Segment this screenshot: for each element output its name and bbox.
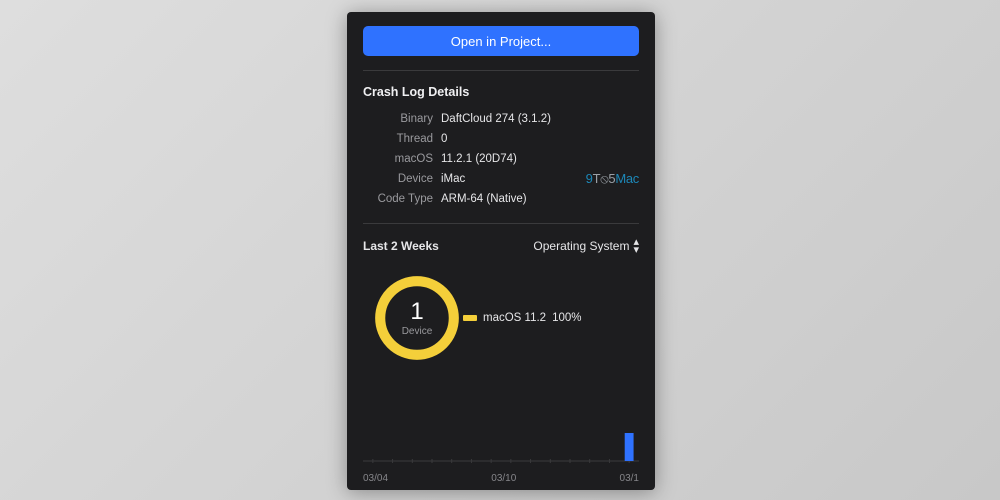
legend-percent: 100% [552, 312, 581, 324]
detail-row-thread: Thread 0 [363, 129, 639, 149]
divider [363, 223, 639, 224]
detail-label: Device [363, 169, 441, 189]
tick-left: 03/04 [363, 473, 388, 484]
detail-value: ARM-64 (Native) [441, 189, 639, 209]
donut-legend: macOS 11.2 100% [463, 312, 582, 324]
last-2-weeks-title: Last 2 Weeks [363, 239, 439, 253]
donut-chart-area: 1 Device macOS 11.2 100% [371, 272, 639, 364]
detail-value: 0 [441, 129, 639, 149]
tick-mid: 03/10 [491, 473, 516, 484]
legend-name: macOS 11.2 [483, 312, 546, 324]
divider [363, 70, 639, 71]
detail-label: Binary [363, 109, 441, 129]
watermark-logo: 9T⦸5Mac [586, 169, 639, 189]
crash-log-details-title: Crash Log Details [363, 85, 639, 99]
legend-swatch [463, 315, 477, 321]
sort-icon: ▴▾ [633, 238, 639, 254]
donut-chart: 1 Device [371, 272, 463, 364]
crash-log-details: Binary DaftCloud 274 (3.1.2) Thread 0 ma… [363, 109, 639, 209]
selector-label: Operating System [533, 239, 629, 253]
tick-right: 03/1 [620, 473, 639, 484]
detail-row-os: macOS 11.2.1 (20D74) [363, 149, 639, 169]
crash-log-panel: Open in Project... Crash Log Details Bin… [347, 12, 655, 490]
detail-value-text: iMac [441, 173, 465, 185]
group-by-selector[interactable]: Operating System ▴▾ [533, 238, 639, 254]
detail-label: Thread [363, 129, 441, 149]
detail-row-device: Device iMac 9T⦸5Mac [363, 169, 639, 189]
detail-value: iMac 9T⦸5Mac [441, 169, 639, 189]
detail-row-binary: Binary DaftCloud 274 (3.1.2) [363, 109, 639, 129]
detail-label: macOS [363, 149, 441, 169]
timeline-chart: 03/04 03/10 03/1 [363, 425, 639, 484]
open-in-project-button[interactable]: Open in Project... [363, 26, 639, 56]
detail-row-codetype: Code Type ARM-64 (Native) [363, 189, 639, 209]
detail-value: 11.2.1 (20D74) [441, 149, 639, 169]
detail-label: Code Type [363, 189, 441, 209]
detail-value: DaftCloud 274 (3.1.2) [441, 109, 639, 129]
